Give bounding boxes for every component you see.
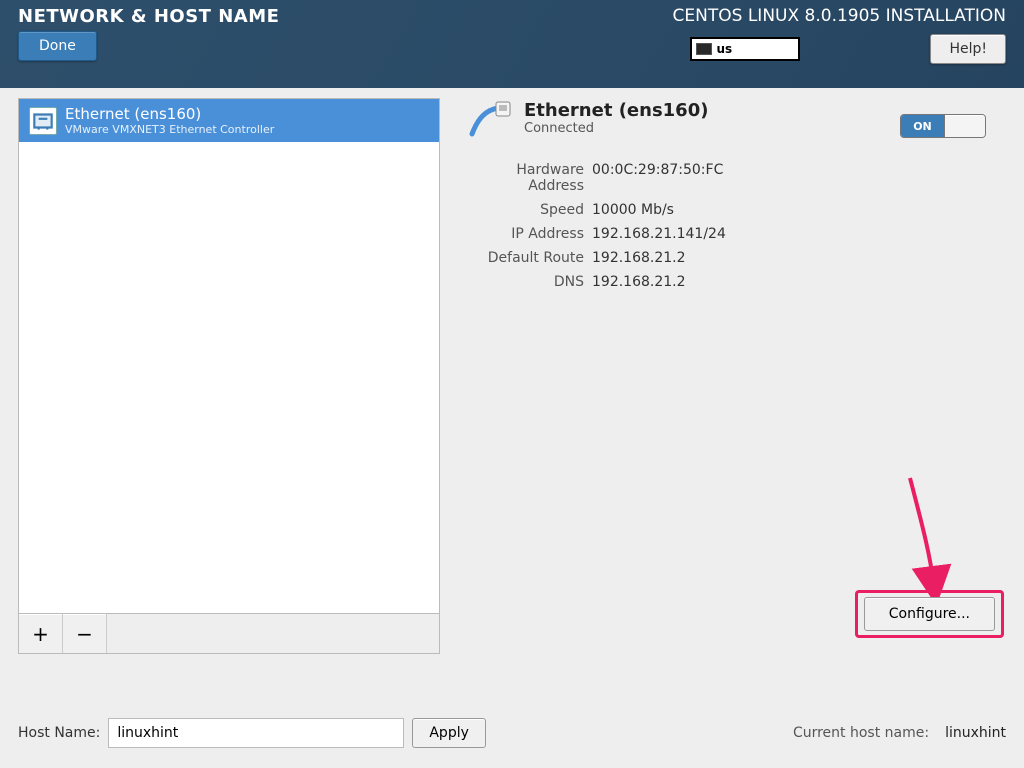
- detail-value: 192.168.21.141/24: [592, 226, 726, 242]
- main-content: Ethernet (ens160) VMware VMXNET3 Etherne…: [0, 88, 1024, 768]
- detail-label: Hardware Address: [468, 162, 592, 194]
- detail-row-speed: Speed 10000 Mb/s: [468, 198, 1004, 222]
- done-button[interactable]: Done: [18, 31, 97, 61]
- header-left: NETWORK & HOST NAME Done: [18, 6, 279, 61]
- header-right: CENTOS LINUX 8.0.1905 INSTALLATION us He…: [673, 6, 1006, 64]
- nic-list-buttons: + −: [18, 614, 440, 654]
- hostname-row: Host Name: Apply Current host name: linu…: [0, 718, 1024, 748]
- product-title: CENTOS LINUX 8.0.1905 INSTALLATION: [673, 6, 1006, 26]
- configure-highlight: Configure...: [855, 590, 1004, 638]
- detail-value: 192.168.21.2: [592, 250, 686, 266]
- toggle-on-label: ON: [901, 115, 944, 137]
- keyboard-layout-label: us: [716, 42, 732, 56]
- current-hostname-value: linuxhint: [945, 725, 1006, 741]
- remove-nic-button[interactable]: −: [63, 614, 107, 653]
- hostname-label: Host Name:: [18, 725, 100, 741]
- apply-hostname-button[interactable]: Apply: [412, 718, 486, 748]
- help-button[interactable]: Help!: [930, 34, 1006, 64]
- current-hostname: Current host name: linuxhint: [793, 725, 1006, 741]
- detail-label: DNS: [468, 274, 592, 290]
- nic-list-item-text: Ethernet (ens160) VMware VMXNET3 Etherne…: [65, 105, 274, 136]
- detail-row-dns: DNS 192.168.21.2: [468, 270, 1004, 294]
- annotation-arrow-icon: [892, 474, 952, 604]
- detail-value: 192.168.21.2: [592, 274, 686, 290]
- current-hostname-label: Current host name:: [793, 725, 929, 741]
- nic-driver: VMware VMXNET3 Ethernet Controller: [65, 123, 274, 136]
- detail-status: Connected: [524, 121, 708, 136]
- detail-title: Ethernet (ens160): [524, 100, 708, 121]
- detail-row-ip: IP Address 192.168.21.141/24: [468, 222, 1004, 246]
- toggle-knob: [944, 115, 985, 137]
- nic-name: Ethernet (ens160): [65, 105, 274, 123]
- hostname-input[interactable]: [108, 718, 404, 748]
- network-cable-icon: [468, 100, 514, 140]
- nic-detail-panel: Ethernet (ens160) Connected ON Hardware …: [468, 100, 1004, 294]
- spoke-title: NETWORK & HOST NAME: [18, 6, 279, 27]
- keyboard-layout-indicator[interactable]: us: [690, 37, 800, 61]
- detail-row-gateway: Default Route 192.168.21.2: [468, 246, 1004, 270]
- configure-button[interactable]: Configure...: [864, 597, 995, 631]
- detail-label: Default Route: [468, 250, 592, 266]
- detail-properties: Hardware Address 00:0C:29:87:50:FC Speed…: [468, 158, 1004, 294]
- header-bar: NETWORK & HOST NAME Done CENTOS LINUX 8.…: [0, 0, 1024, 88]
- ethernet-icon: [29, 107, 57, 135]
- detail-row-hwaddr: Hardware Address 00:0C:29:87:50:FC: [468, 158, 1004, 198]
- detail-label: IP Address: [468, 226, 592, 242]
- detail-value: 10000 Mb/s: [592, 202, 674, 218]
- detail-value: 00:0C:29:87:50:FC: [592, 162, 723, 194]
- nic-list[interactable]: Ethernet (ens160) VMware VMXNET3 Etherne…: [18, 98, 440, 614]
- detail-label: Speed: [468, 202, 592, 218]
- nic-list-item[interactable]: Ethernet (ens160) VMware VMXNET3 Etherne…: [19, 99, 439, 142]
- add-nic-button[interactable]: +: [19, 614, 63, 653]
- connection-toggle[interactable]: ON: [900, 114, 986, 138]
- keyboard-icon: [696, 43, 712, 55]
